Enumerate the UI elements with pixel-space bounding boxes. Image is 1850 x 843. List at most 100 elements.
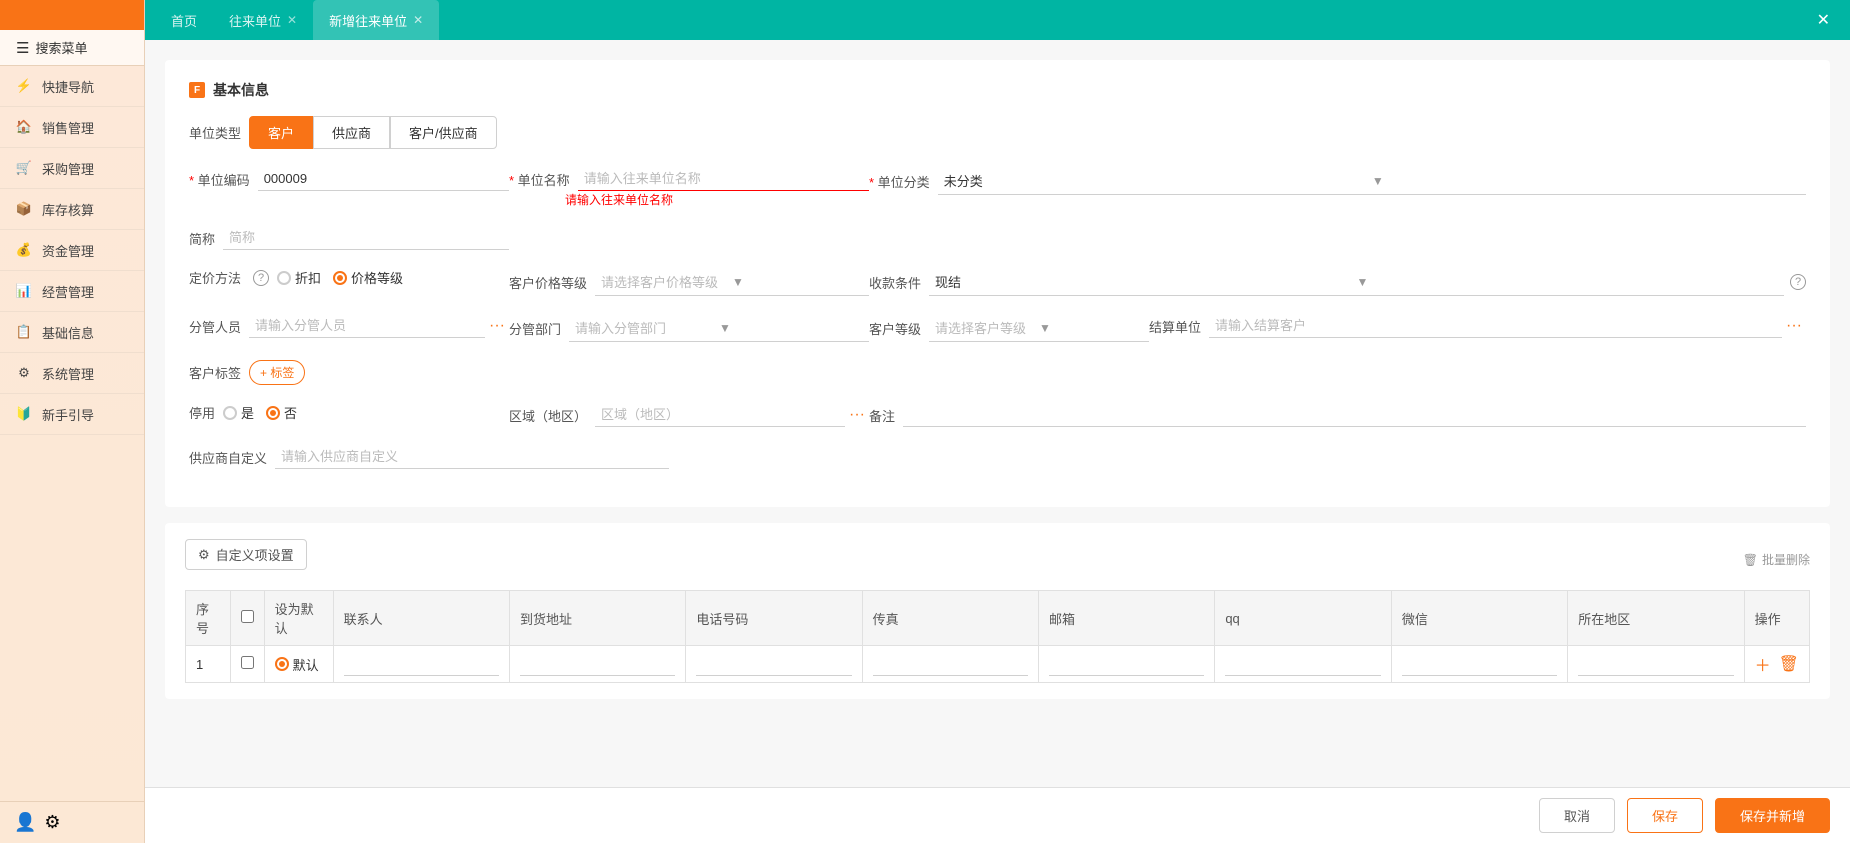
sidebar-item-label: 快捷导航 xyxy=(42,77,94,96)
customer-level-label: 客户等级 xyxy=(869,319,921,338)
contact-table: 序号 设为默认 联系人 到货地址 电话号码 传真 邮箱 qq 微信 所在地区 操… xyxy=(185,590,1810,683)
settings-icon[interactable]: ⚙ xyxy=(44,812,60,833)
row-fax[interactable] xyxy=(862,646,1038,683)
save-new-button[interactable]: 保存并新增 xyxy=(1715,798,1830,833)
gear-icon: ⚙ xyxy=(198,547,210,563)
customer-price-level-chevron: ▼ xyxy=(732,275,863,289)
unit-category-select[interactable]: 未分类 ▼ xyxy=(938,167,1806,195)
manager-more-btn[interactable]: ··· xyxy=(485,317,509,335)
settlement-more-btn[interactable]: ··· xyxy=(1782,317,1806,335)
search-menu-label: 搜索菜单 xyxy=(35,38,87,57)
save-button[interactable]: 保存 xyxy=(1627,798,1703,833)
radio-discount[interactable]: 折扣 xyxy=(277,268,321,287)
sidebar-item-label: 系统管理 xyxy=(42,364,94,383)
region-input[interactable] xyxy=(595,403,845,427)
remark-input[interactable] xyxy=(903,403,1806,427)
select-all-checkbox[interactable] xyxy=(241,610,254,623)
pricing-help-icon[interactable]: ? xyxy=(253,270,269,286)
payment-terms-label: 收款条件 xyxy=(869,273,921,292)
customer-level-select[interactable]: 请选择客户等级 ▼ xyxy=(929,314,1149,342)
radio-price-level[interactable]: 价格等级 xyxy=(333,268,403,287)
customer-level-field: 客户等级 请选择客户等级 ▼ xyxy=(869,314,1149,342)
sidebar-item-purchase[interactable]: 🛒 采购管理 xyxy=(0,148,144,189)
code-name-category-row: 单位编码 单位名称 请输入往来单位名称 单位分类 xyxy=(189,167,1806,208)
col-checkbox[interactable] xyxy=(230,591,264,646)
sidebar-item-inventory[interactable]: 📦 库存核算 xyxy=(0,189,144,230)
abbr-input[interactable] xyxy=(223,226,509,250)
row-select-checkbox[interactable] xyxy=(241,656,254,669)
manager-field: 分管人员 ··· xyxy=(189,314,509,338)
tab-contacts[interactable]: 往来单位 ✕ xyxy=(213,0,313,40)
sidebar-item-operations[interactable]: 📊 经营管理 xyxy=(0,271,144,312)
sidebar: ☰ 搜索菜单 ⚡ 快捷导航 🏠 销售管理 🛒 采购管理 📦 库存核算 💰 资金管… xyxy=(0,0,145,843)
row-email[interactable] xyxy=(1038,646,1214,683)
content-area: F 基本信息 单位类型 客户 供应商 客户/供应商 单位编码 xyxy=(145,40,1850,787)
sidebar-item-sales[interactable]: 🏠 销售管理 xyxy=(0,107,144,148)
system-icon: ⚙ xyxy=(14,363,34,383)
region-label: 区域（地区） xyxy=(509,406,587,425)
row-action-cell: ＋ 🗑 xyxy=(1755,652,1799,676)
row-qq[interactable] xyxy=(1215,646,1392,683)
row-region[interactable] xyxy=(1568,646,1744,683)
tab-bar: 首页 往来单位 ✕ 新增往来单位 ✕ ✕ xyxy=(145,0,1850,40)
abbr-row: 简称 xyxy=(189,226,1806,250)
row-address[interactable] xyxy=(510,646,686,683)
tab-new-contact-close[interactable]: ✕ xyxy=(413,13,423,27)
row-phone[interactable] xyxy=(686,646,862,683)
manager-input[interactable] xyxy=(249,314,485,338)
sidebar-item-quick-nav[interactable]: ⚡ 快捷导航 xyxy=(0,66,144,107)
col-action: 操作 xyxy=(1744,591,1809,646)
cancel-button[interactable]: 取消 xyxy=(1539,798,1615,833)
disabled-region-row: 停用 是 否 区域（地区） xyxy=(189,403,1806,427)
delete-row-btn[interactable]: 🗑 xyxy=(1779,654,1799,674)
dept-chevron: ▼ xyxy=(719,321,863,335)
radio-no-circle xyxy=(266,406,280,420)
add-tag-btn[interactable]: + 标签 xyxy=(249,360,305,385)
unit-category-value: 未分类 xyxy=(944,171,1372,190)
sidebar-item-label: 销售管理 xyxy=(42,118,94,137)
sidebar-item-label: 经营管理 xyxy=(42,282,94,301)
settlement-input[interactable] xyxy=(1209,314,1782,338)
sidebar-item-basics[interactable]: 📋 基础信息 xyxy=(0,312,144,353)
unit-code-input[interactable] xyxy=(258,167,509,191)
unit-btn-supplier[interactable]: 供应商 xyxy=(313,116,390,149)
tab-home[interactable]: 首页 xyxy=(155,0,213,40)
custom-settings-btn[interactable]: ⚙ 自定义项设置 xyxy=(185,539,307,570)
radio-no[interactable]: 否 xyxy=(266,403,297,422)
batch-delete-btn[interactable]: 🗑 批量删除 xyxy=(1743,551,1810,568)
row-checkbox[interactable] xyxy=(230,646,264,683)
customer-price-level-select[interactable]: 请选择客户价格等级 ▼ xyxy=(595,268,869,296)
unit-name-input[interactable] xyxy=(578,167,869,191)
search-menu-item[interactable]: ☰ 搜索菜单 xyxy=(0,30,144,66)
unit-btn-both[interactable]: 客户/供应商 xyxy=(390,116,497,149)
pricing-row: 定价方法 ? 折扣 价格等级 客户价格等级 xyxy=(189,268,1806,296)
batch-delete-icon: 🗑 xyxy=(1743,553,1758,567)
disabled-label: 停用 xyxy=(189,403,215,422)
table-section: ⚙ 自定义项设置 🗑 批量删除 序号 设为默认 联系人 到货地址 电 xyxy=(165,523,1830,699)
supplier-custom-input[interactable] xyxy=(275,445,669,469)
radio-yes[interactable]: 是 xyxy=(223,403,254,422)
col-wechat: 微信 xyxy=(1391,591,1567,646)
region-more-btn[interactable]: ··· xyxy=(845,406,869,424)
add-row-btn[interactable]: ＋ xyxy=(1755,652,1771,676)
unit-category-field: 单位分类 未分类 ▼ xyxy=(869,167,1806,195)
supplier-custom-row: 供应商自定义 xyxy=(189,445,1806,469)
payment-terms-select[interactable]: 现结 ▼ xyxy=(929,268,1784,296)
tab-new-contact[interactable]: 新增往来单位 ✕ xyxy=(313,0,439,40)
tab-contacts-close[interactable]: ✕ xyxy=(287,13,297,27)
row-wechat[interactable] xyxy=(1391,646,1567,683)
payment-terms-field: 收款条件 现结 ▼ ? xyxy=(869,268,1806,296)
unit-btn-customer[interactable]: 客户 xyxy=(249,116,313,149)
window-close-button[interactable]: ✕ xyxy=(1807,10,1840,30)
table-toolbar: ⚙ 自定义项设置 🗑 批量删除 xyxy=(185,539,1810,580)
default-radio[interactable]: 默认 xyxy=(275,655,323,674)
sidebar-item-system[interactable]: ⚙ 系统管理 xyxy=(0,353,144,394)
sidebar-item-guide[interactable]: 🔰 新手引导 xyxy=(0,394,144,435)
dept-select[interactable]: 请输入分管部门 ▼ xyxy=(569,314,869,342)
supplier-custom-label: 供应商自定义 xyxy=(189,448,267,467)
sales-icon: 🏠 xyxy=(14,117,34,137)
payment-terms-help-icon[interactable]: ? xyxy=(1790,274,1806,290)
pricing-method-field: 定价方法 ? 折扣 价格等级 xyxy=(189,268,509,287)
sidebar-item-finance[interactable]: 💰 资金管理 xyxy=(0,230,144,271)
row-contact[interactable] xyxy=(333,646,509,683)
